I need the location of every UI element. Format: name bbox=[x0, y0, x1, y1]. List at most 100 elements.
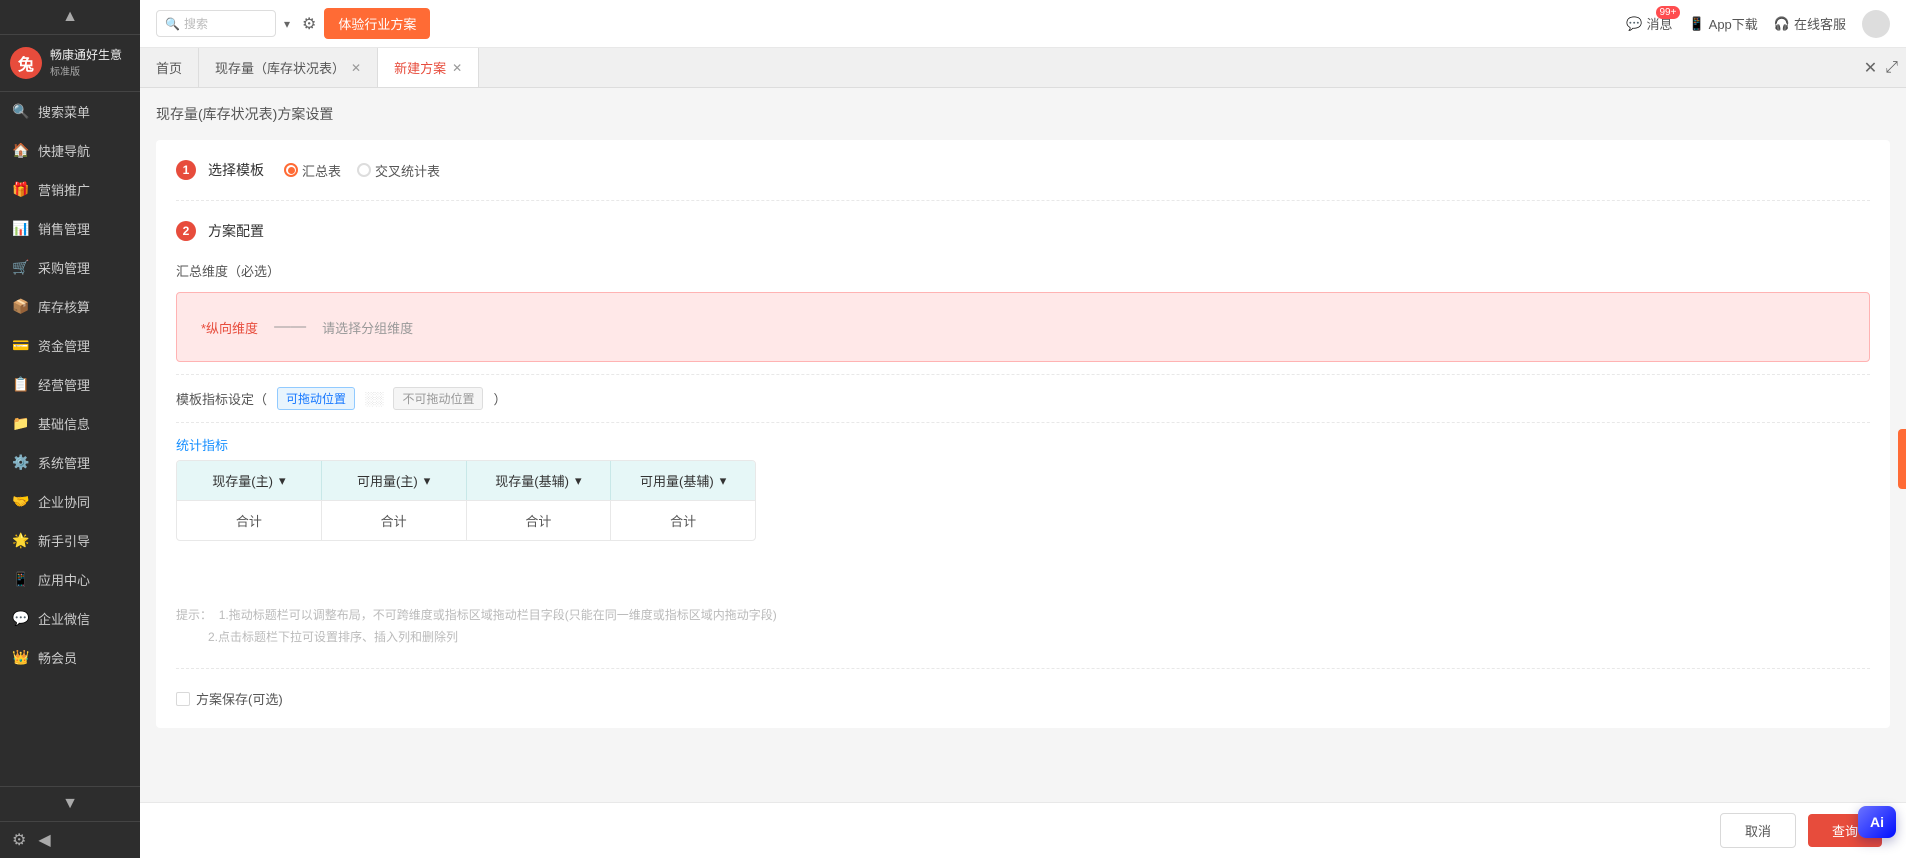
radio-summary[interactable]: 汇总表 bbox=[284, 161, 341, 180]
tab-close-btn[interactable]: ✕ bbox=[1864, 58, 1877, 78]
tips-item-1: 1.拖动标题栏可以调整布局，不可跨维度或指标区域拖动栏目字段(只能在同一维度或指… bbox=[219, 608, 777, 622]
stats-col-header-3[interactable]: 现存量(基辅) ▾ bbox=[467, 461, 612, 500]
stats-col-header-2[interactable]: 可用量(主) ▾ bbox=[322, 461, 467, 500]
sidebar-item-finance[interactable]: 💳 资金管理 bbox=[0, 326, 140, 365]
messages-group[interactable]: 💬 消息 99+ bbox=[1626, 14, 1672, 33]
sidebar-item-basic-info[interactable]: 📁 基础信息 bbox=[0, 404, 140, 443]
search-icon: 🔍 bbox=[12, 103, 30, 121]
config-close-paren: ） bbox=[493, 389, 506, 408]
sidebar-item-inventory[interactable]: 📦 库存核算 bbox=[0, 287, 140, 326]
dimension-required-mark: *纵向维度 bbox=[201, 318, 258, 337]
radio-cross-circle bbox=[357, 163, 371, 177]
save-checkbox[interactable] bbox=[176, 692, 190, 706]
step1-title: 选择模板 bbox=[208, 160, 264, 180]
stats-cell-4: 合计 bbox=[611, 501, 755, 540]
sidebar-item-member[interactable]: 👑 畅会员 bbox=[0, 638, 140, 677]
sidebar-search[interactable]: 🔍 搜索菜单 bbox=[0, 92, 140, 131]
sidebar-item-app-center[interactable]: 📱 应用中心 bbox=[0, 560, 140, 599]
brand-name: 畅康通好生意 bbox=[50, 48, 122, 64]
col3-dropdown-icon: ▾ bbox=[575, 473, 582, 489]
stats-col-header-1[interactable]: 现存量(主) ▾ bbox=[177, 461, 322, 500]
topbar: 🔍 搜索 ▾ ⚙ 体验行业方案 💬 消息 99+ 📱 App下载 🎧 在线客服 bbox=[140, 0, 1906, 48]
settings-icon[interactable]: ⚙ bbox=[12, 830, 26, 850]
stats-label: 统计指标 bbox=[176, 435, 1870, 454]
sidebar-item-label: 新手引导 bbox=[38, 531, 90, 550]
save-option-label: 方案保存(可选) bbox=[196, 689, 283, 708]
radio-cross[interactable]: 交叉统计表 bbox=[357, 161, 440, 180]
user-avatar bbox=[1862, 10, 1890, 38]
tab-expand-btn[interactable]: ⤢ bbox=[1885, 59, 1898, 77]
step2-badge: 2 bbox=[176, 221, 196, 241]
stats-table-row-1: 合计 合计 合计 合计 bbox=[177, 500, 755, 540]
tabbar-right: ✕ ⤢ bbox=[1864, 58, 1906, 78]
sidebar-item-label: 企业协同 bbox=[38, 492, 90, 511]
right-scroll-indicator[interactable] bbox=[1898, 429, 1906, 489]
tips-item-2: 2.点击标题栏下拉可设置排序、插入列和删除列 bbox=[176, 627, 1870, 649]
tab-inventory-status[interactable]: 现存量（库存状况表） ✕ bbox=[199, 48, 378, 87]
sidebar-item-system[interactable]: ⚙️ 系统管理 bbox=[0, 443, 140, 482]
sidebar-item-label: 基础信息 bbox=[38, 414, 90, 433]
user-area[interactable] bbox=[1862, 10, 1890, 38]
stats-col-header-4[interactable]: 可用量(基辅) ▾ bbox=[611, 461, 755, 500]
topbar-left: 🔍 搜索 ▾ ⚙ 体验行业方案 bbox=[156, 8, 1614, 39]
customer-service-label: 在线客服 bbox=[1794, 14, 1846, 33]
stats-table-header: 现存量(主) ▾ 可用量(主) ▾ 现存量(基辅) ▾ bbox=[177, 461, 755, 500]
sidebar-item-marketing[interactable]: 🎁 营销推广 bbox=[0, 170, 140, 209]
step2-content: 汇总维度（必选） *纵向维度 —— 请选择分组维度 模板指标设定（ 可拖动位置 … bbox=[176, 261, 1870, 648]
config-divider bbox=[176, 422, 1870, 423]
messages-badge: 99+ bbox=[1656, 6, 1681, 19]
app-download-group[interactable]: 📱 App下载 bbox=[1688, 14, 1757, 33]
topbar-gear-icon[interactable]: ⚙ bbox=[302, 14, 316, 34]
search-icon-topbar: 🔍 bbox=[165, 17, 180, 31]
step1-divider bbox=[176, 200, 1870, 201]
sidebar-scroll-up[interactable]: ▲ bbox=[58, 4, 82, 30]
handshake-icon: 🤝 bbox=[12, 493, 30, 511]
col2-dropdown-icon: ▾ bbox=[424, 473, 431, 489]
step1-badge: 1 bbox=[176, 160, 196, 180]
sidebar-item-purchase[interactable]: 🛒 采购管理 bbox=[0, 248, 140, 287]
stats-col-label-4: 可用量(基辅) bbox=[640, 471, 714, 490]
sidebar-item-label: 资金管理 bbox=[38, 336, 90, 355]
template-config-row: 模板指标设定（ 可拖动位置 ░░ 不可拖动位置 ） bbox=[176, 387, 1870, 410]
sidebar-item-label: 营销推广 bbox=[38, 180, 90, 199]
sidebar-item-operations[interactable]: 📋 经营管理 bbox=[0, 365, 140, 404]
bottom-divider bbox=[176, 668, 1870, 669]
main-area: 🔍 搜索 ▾ ⚙ 体验行业方案 💬 消息 99+ 📱 App下载 🎧 在线客服 bbox=[140, 0, 1906, 858]
cancel-button[interactable]: 取消 bbox=[1720, 813, 1796, 848]
tips-section: 提示： 1.拖动标题栏可以调整布局，不可跨维度或指标区域拖动栏目字段(只能在同一… bbox=[176, 605, 1870, 648]
sidebar-item-wechat[interactable]: 💬 企业微信 bbox=[0, 599, 140, 638]
tab-new-scheme[interactable]: 新建方案 ✕ bbox=[378, 48, 479, 87]
sidebar-item-guide[interactable]: 🌟 新手引导 bbox=[0, 521, 140, 560]
sidebar-item-quick-nav[interactable]: 🏠 快捷导航 bbox=[0, 131, 140, 170]
tab-new-scheme-close-icon[interactable]: ✕ bbox=[452, 61, 462, 75]
tab-inventory-label: 现存量（库存状况表） bbox=[215, 58, 345, 77]
stats-cell-1: 合计 bbox=[177, 501, 322, 540]
sidebar-item-label: 快捷导航 bbox=[38, 141, 90, 160]
tab-inventory-close-icon[interactable]: ✕ bbox=[351, 61, 361, 75]
sidebar-item-label: 应用中心 bbox=[38, 570, 90, 589]
dimension-section-label: 汇总维度（必选） bbox=[176, 261, 1870, 280]
sidebar-item-enterprise[interactable]: 🤝 企业协同 bbox=[0, 482, 140, 521]
search-placeholder: 搜索 bbox=[184, 15, 208, 32]
topbar-right: 💬 消息 99+ 📱 App下载 🎧 在线客服 bbox=[1626, 10, 1890, 38]
step2-title: 方案配置 bbox=[208, 221, 264, 241]
topbar-dropdown-arrow[interactable]: ▾ bbox=[284, 17, 290, 31]
clipboard-icon: 📋 bbox=[12, 376, 30, 394]
stats-col-label-3: 现存量(基辅) bbox=[495, 471, 569, 490]
dimension-dash: —— bbox=[274, 318, 306, 336]
sound-icon[interactable]: ◀ bbox=[38, 830, 50, 850]
trial-btn[interactable]: 体验行业方案 bbox=[324, 8, 430, 39]
topbar-search-box[interactable]: 🔍 搜索 bbox=[156, 10, 276, 37]
sidebar-item-label: 经营管理 bbox=[38, 375, 90, 394]
tab-home[interactable]: 首页 bbox=[140, 48, 199, 87]
sidebar-item-label: 系统管理 bbox=[38, 453, 90, 472]
save-option-row: 方案保存(可选) bbox=[176, 689, 1870, 708]
box-icon: 📦 bbox=[12, 298, 30, 316]
sidebar-item-sales[interactable]: 📊 销售管理 bbox=[0, 209, 140, 248]
ai-fab-button[interactable]: Ai bbox=[1858, 806, 1896, 838]
sidebar-scroll-down[interactable]: ▼ bbox=[58, 791, 82, 817]
stats-col-label-1: 现存量(主) bbox=[212, 471, 273, 490]
tabbar: 首页 现存量（库存状况表） ✕ 新建方案 ✕ ✕ ⤢ bbox=[140, 48, 1906, 88]
customer-service-group[interactable]: 🎧 在线客服 bbox=[1774, 14, 1846, 33]
sidebar: ▲ 兔 畅康通好生意 标准版 🔍 搜索菜单 🏠 快捷导航 🎁 营销推广 📊 销售… bbox=[0, 0, 140, 858]
